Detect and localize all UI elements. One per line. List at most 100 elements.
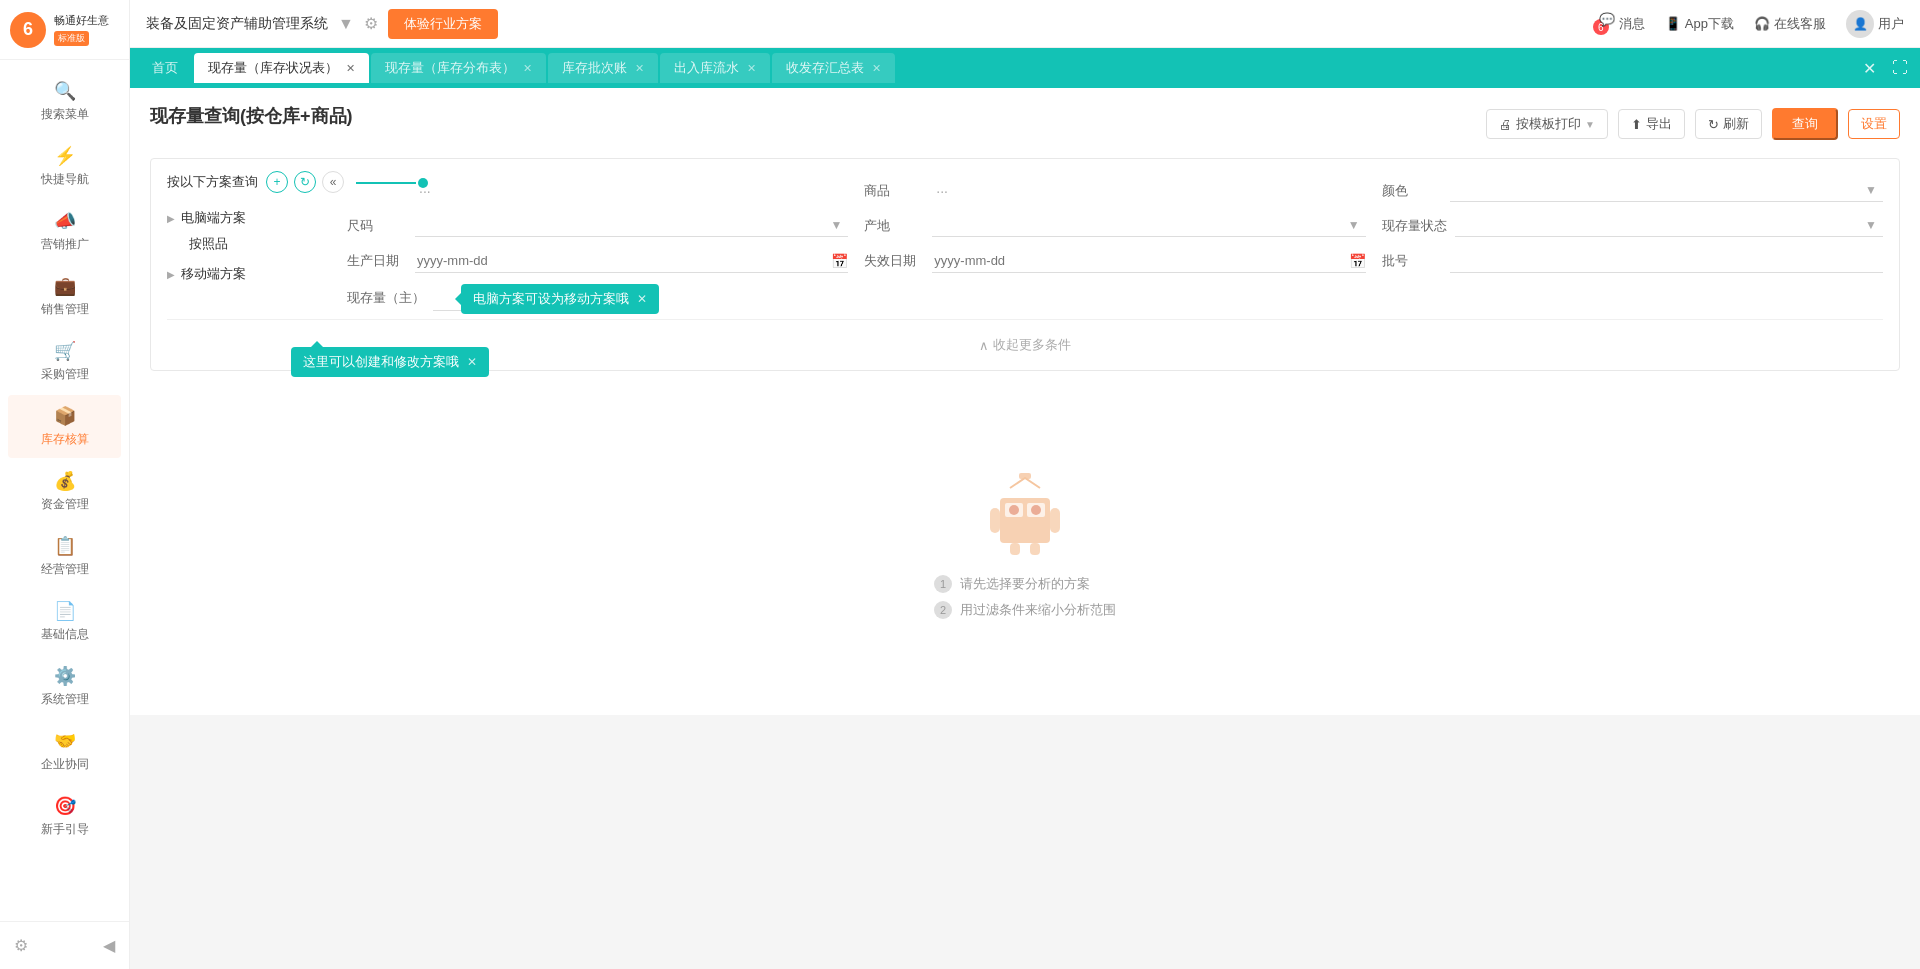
tab-summary[interactable]: 收发存汇总表 ✕	[772, 53, 895, 83]
scheme-mobile-group[interactable]: ▶ 移动端方案	[167, 261, 1883, 287]
app-download-label: App下载	[1685, 15, 1734, 33]
tab-home[interactable]: 首页	[138, 53, 192, 83]
sidebar-item-operation[interactable]: 📋 经营管理	[8, 525, 121, 588]
main-area: 装备及固定资产辅助管理系统 ▼ ⚙ 体验行业方案 💬 6 消息 📱 App下载 …	[130, 0, 1920, 969]
tab-inout-flow[interactable]: 出入库流水 ✕	[660, 53, 770, 83]
step-num-1: 1	[934, 575, 952, 593]
sidebar-item-marketing[interactable]: 📣 营销推广	[8, 200, 121, 263]
refresh-scheme-btn[interactable]: ↻	[294, 171, 316, 193]
refresh-btn[interactable]: ↻ 刷新	[1695, 109, 1762, 139]
tab-inventory-status[interactable]: 现存量（库存状况表） ✕	[194, 53, 369, 83]
tab-close-icon[interactable]: ✕	[523, 62, 532, 75]
query-btn[interactable]: 查询	[1772, 108, 1838, 140]
online-service-label: 在线客服	[1774, 15, 1826, 33]
tooltip-create-close[interactable]: ✕	[467, 355, 477, 369]
scheme-desktop-group[interactable]: ▶ 电脑端方案	[167, 205, 1883, 231]
sidebar-item-enterprise[interactable]: 🤝 企业协同	[8, 720, 121, 783]
sidebar-item-sales[interactable]: 💼 销售管理	[8, 265, 121, 328]
sales-icon: 💼	[54, 275, 76, 297]
online-service-item[interactable]: 🎧 在线客服	[1754, 15, 1826, 33]
tab-label: 现存量（库存分布表）	[385, 59, 515, 77]
collapse-sidebar-btn[interactable]: ◀	[99, 932, 119, 959]
sidebar-item-label: 经营管理	[41, 561, 89, 578]
tab-label: 库存批次账	[562, 59, 627, 77]
purchase-icon: 🛒	[54, 340, 76, 362]
finance-icon: 💰	[54, 470, 76, 492]
sidebar-item-label: 新手引导	[41, 821, 89, 838]
expand-icon: ▶	[167, 269, 175, 280]
tab-close-icon[interactable]: ✕	[346, 62, 355, 75]
app-download-item[interactable]: 📱 App下载	[1665, 15, 1734, 33]
refresh-icon: ↻	[1708, 117, 1719, 132]
logo-badge: 标准版	[54, 31, 89, 46]
step-text-1: 请先选择要分析的方案	[960, 575, 1090, 593]
collapse-label: 收起更多条件	[993, 336, 1071, 354]
sidebar-item-label: 企业协同	[41, 756, 89, 773]
sidebar-item-search[interactable]: 🔍 搜索菜单	[8, 70, 121, 133]
page-title: 现存量查询(按仓库+商品)	[150, 104, 353, 128]
scheme-desktop-children: 按照品	[167, 231, 1883, 257]
svg-point-9	[1031, 505, 1041, 515]
template-print-label: 按模板打印	[1516, 115, 1581, 133]
step-num-2: 2	[934, 601, 952, 619]
sidebar-item-nav[interactable]: ⚡ 快捷导航	[8, 135, 121, 198]
stock-qty-label: 现存量（主）	[347, 289, 425, 307]
sidebar-item-label: 库存核算	[41, 431, 89, 448]
sidebar-item-inventory[interactable]: 📦 库存核算	[8, 395, 121, 458]
user-item[interactable]: 👤 用户	[1846, 10, 1904, 38]
sidebar-item-guide[interactable]: 🎯 新手引导	[8, 785, 121, 848]
header-right: 💬 6 消息 📱 App下载 🎧 在线客服 👤 用户	[1599, 10, 1904, 38]
scheme-child-label: 按照品	[189, 235, 228, 253]
guide-icon: 🎯	[54, 795, 76, 817]
tooltip-scheme-close[interactable]: ✕	[637, 292, 647, 306]
collapse-up-icon: ∧	[979, 338, 989, 353]
tooltip-create: 这里可以创建和修改方案哦 ✕	[291, 347, 489, 377]
sidebar-item-basic[interactable]: 📄 基础信息	[8, 590, 121, 653]
sidebar: 6 畅通好生意 标准版 🔍 搜索菜单 ⚡ 快捷导航 📣 营销推广 💼 销售管理 …	[0, 0, 130, 969]
sidebar-item-label: 销售管理	[41, 301, 89, 318]
back-btn[interactable]: «	[322, 171, 344, 193]
scheme-desktop-label: 电脑端方案	[181, 209, 246, 227]
system-dropdown-icon[interactable]: ▼	[338, 15, 354, 33]
system-icon: ⚙️	[54, 665, 76, 687]
tab-label: 出入库流水	[674, 59, 739, 77]
settings-btn[interactable]: 设置	[1848, 109, 1900, 139]
scheme-child-item[interactable]: 按照品	[189, 231, 1883, 257]
tab-batch[interactable]: 库存批次账 ✕	[548, 53, 658, 83]
settings-footer-btn[interactable]: ⚙	[10, 932, 32, 959]
scheme-mobile-label: 移动端方案	[181, 265, 246, 283]
system-name: 装备及固定资产辅助管理系统	[146, 15, 328, 33]
experience-btn[interactable]: 体验行业方案	[388, 9, 498, 39]
headset-icon: 🎧	[1754, 16, 1770, 31]
fullscreen-icon[interactable]: ⛶	[1888, 55, 1912, 81]
tab-inventory-dist[interactable]: 现存量（库存分布表） ✕	[371, 53, 546, 83]
tab-close-icon[interactable]: ✕	[872, 62, 881, 75]
tab-bar: 首页 现存量（库存状况表） ✕ 现存量（库存分布表） ✕ 库存批次账 ✕ 出入库…	[130, 48, 1920, 88]
sidebar-item-label: 营销推广	[41, 236, 89, 253]
tab-close-icon[interactable]: ✕	[635, 62, 644, 75]
close-all-tabs-icon[interactable]: ✕	[1859, 55, 1880, 82]
settings-icon[interactable]: ⚙	[364, 14, 378, 33]
sidebar-item-system[interactable]: ⚙️ 系统管理	[8, 655, 121, 718]
message-item[interactable]: 💬 6 消息	[1599, 12, 1645, 35]
expand-icon: ▶	[167, 213, 175, 224]
user-label: 用户	[1878, 15, 1904, 33]
svg-point-8	[1009, 505, 1019, 515]
template-print-btn[interactable]: 🖨 按模板打印 ▼	[1486, 109, 1608, 139]
sidebar-item-finance[interactable]: 💰 资金管理	[8, 460, 121, 523]
sidebar-item-label: 基础信息	[41, 626, 89, 643]
filter-header: 按以下方案查询 + ↻ «	[167, 171, 1883, 193]
sidebar-item-purchase[interactable]: 🛒 采购管理	[8, 330, 121, 393]
filter-section: 按以下方案查询 + ↻ « ▶	[150, 158, 1900, 371]
content-inner: 现存量查询(按仓库+商品) 🖨 按模板打印 ▼ ⬆ 导出 ↻ 刷新	[130, 88, 1920, 715]
logo-icon: 6	[10, 12, 46, 48]
svg-rect-6	[1010, 543, 1020, 555]
add-scheme-btn[interactable]: +	[266, 171, 288, 193]
marketing-icon: 📣	[54, 210, 76, 232]
tab-close-icon[interactable]: ✕	[747, 62, 756, 75]
export-btn[interactable]: ⬆ 导出	[1618, 109, 1685, 139]
content-area: 现存量查询(按仓库+商品) 🖨 按模板打印 ▼ ⬆ 导出 ↻ 刷新	[130, 88, 1920, 969]
message-label: 消息	[1619, 15, 1645, 33]
tab-label: 收发存汇总表	[786, 59, 864, 77]
export-label: 导出	[1646, 115, 1672, 133]
